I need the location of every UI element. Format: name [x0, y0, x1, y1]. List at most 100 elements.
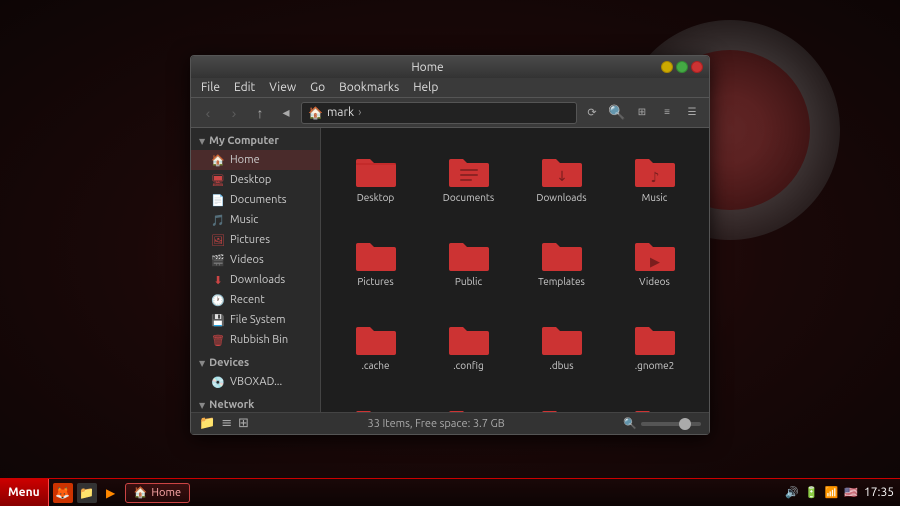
sidebar-item-documents-label: Documents	[230, 194, 287, 206]
chevron-down-icon-network: ▼	[199, 401, 205, 410]
sidebar-item-rubbish[interactable]: 🗑 Rubbish Bin	[191, 330, 320, 350]
sidebar-item-home[interactable]: 🏠 Home	[191, 150, 320, 170]
menu-edit[interactable]: Edit	[228, 79, 261, 97]
rubbish-icon: 🗑	[211, 334, 225, 347]
menu-go[interactable]: Go	[304, 79, 331, 97]
documents-icon: 📄	[211, 194, 225, 207]
sidebar-item-vbox[interactable]: 💿 VBOXAD...	[191, 372, 320, 392]
grid-view-small-button[interactable]: ⊞	[238, 416, 249, 431]
sidebar-item-downloads[interactable]: ⬇ Downloads	[191, 270, 320, 290]
file-item-dbus[interactable]: .dbus	[517, 306, 606, 386]
maximize-button[interactable]	[676, 61, 688, 73]
sidebar-item-filesystem[interactable]: 💾 File System	[191, 310, 320, 330]
taskbar-icon-firefox[interactable]: 🦊	[53, 483, 73, 503]
search-button[interactable]: 🔍	[606, 102, 628, 124]
list-view-button[interactable]: ≡	[656, 102, 678, 124]
taskbar-icon-files[interactable]: 📁	[77, 483, 97, 503]
sidebar-heading-network[interactable]: ▼ Network	[191, 396, 320, 412]
file-item-templates[interactable]: Templates	[517, 222, 606, 302]
taskbar-battery-icon: 🔋	[805, 486, 819, 499]
location-bar[interactable]: 🏠 mark ›	[301, 102, 577, 124]
location-path: mark	[327, 106, 354, 119]
downloads-icon: ⬇	[211, 274, 225, 287]
file-item-downloads[interactable]: ↓ Downloads	[517, 138, 606, 218]
start-menu-button[interactable]: Menu	[0, 479, 49, 506]
reload-button[interactable]: ⟳	[581, 102, 603, 124]
history-button[interactable]: ◂	[275, 102, 297, 124]
file-item-config[interactable]: .config	[424, 306, 513, 386]
file-item-public[interactable]: Public	[424, 222, 513, 302]
file-item-documents[interactable]: Documents	[424, 138, 513, 218]
taskbar-clock: 17:35	[864, 486, 894, 499]
file-item-icons[interactable]: .icons	[424, 390, 513, 412]
file-label: Downloads	[536, 192, 586, 204]
chevron-down-icon: ▼	[199, 137, 205, 146]
minimize-button[interactable]	[661, 61, 673, 73]
sidebar-item-documents[interactable]: 📄 Documents	[191, 190, 320, 210]
zoom-thumb	[679, 418, 691, 430]
file-item-mozilla[interactable]: .mozilla	[610, 390, 699, 412]
taskbar-icon-vlc[interactable]: ▶	[101, 483, 121, 503]
menu-file[interactable]: File	[195, 79, 226, 97]
taskbar-network-icon: 🔊	[785, 486, 799, 499]
sidebar-item-rubbish-label: Rubbish Bin	[230, 334, 288, 346]
sidebar-item-pictures[interactable]: 🖼 Pictures	[191, 230, 320, 250]
desktop-icon: 🖥	[211, 174, 225, 187]
menu-extra-button[interactable]: ☰	[681, 102, 703, 124]
zoom-slider[interactable]	[641, 422, 701, 426]
list-view-small-button[interactable]: ≡	[221, 416, 232, 431]
menu-help[interactable]: Help	[407, 79, 444, 97]
taskbar-items: 🦊 📁 ▶ 🏠 Home	[49, 483, 780, 503]
folder-icon-videos: ▶	[633, 237, 677, 273]
videos-icon: 🎬	[211, 254, 225, 267]
taskbar-wifi-icon: 📶	[825, 486, 839, 499]
file-item-videos[interactable]: ▶ Videos	[610, 222, 699, 302]
sidebar-item-music-label: Music	[230, 214, 258, 226]
file-label: .config	[453, 360, 484, 372]
file-item-gnome2[interactable]: .gnome2	[610, 306, 699, 386]
folder-icon-templates	[540, 237, 584, 273]
file-manager-window: Home File Edit View Go Bookmarks Help ‹ …	[190, 55, 710, 435]
toolbar: ‹ › ↑ ◂ 🏠 mark › ⟳ 🔍 ⊞ ≡ ☰	[191, 98, 709, 128]
svg-text:↓: ↓	[556, 168, 568, 184]
grid-view-button[interactable]: ⊞	[631, 102, 653, 124]
file-item-pictures[interactable]: Pictures	[331, 222, 420, 302]
filesystem-icon: 💾	[211, 314, 225, 327]
file-item-local[interactable]: .local	[517, 390, 606, 412]
pictures-icon: 🖼	[211, 234, 225, 247]
folder-icon-gvfs: ×	[354, 405, 398, 413]
sidebar-heading-mycomputer[interactable]: ▼ My Computer	[191, 132, 320, 150]
sidebar-item-recent[interactable]: 🕐 Recent	[191, 290, 320, 310]
close-button[interactable]	[691, 61, 703, 73]
menu-view[interactable]: View	[263, 79, 302, 97]
sidebar-item-music[interactable]: 🎵 Music	[191, 210, 320, 230]
zoom-icon: 🔍	[623, 417, 637, 430]
location-arrow: ›	[358, 106, 361, 119]
window-title: Home	[197, 61, 658, 74]
sidebar-item-videos[interactable]: 🎬 Videos	[191, 250, 320, 270]
forward-button[interactable]: ›	[223, 102, 245, 124]
file-item-desktop[interactable]: Desktop	[331, 138, 420, 218]
new-folder-button[interactable]: 📁	[199, 416, 215, 431]
file-label: Videos	[639, 276, 670, 288]
folder-icon-documents	[447, 153, 491, 189]
file-item-music[interactable]: ♪ Music	[610, 138, 699, 218]
file-item-gvfs[interactable]: × .gvfs	[331, 390, 420, 412]
file-label: .gnome2	[635, 360, 675, 372]
file-item-cache[interactable]: .cache	[331, 306, 420, 386]
status-icons-left: 📁 ≡ ⊞	[199, 416, 249, 431]
up-button[interactable]: ↑	[249, 102, 271, 124]
file-label: Templates	[538, 276, 585, 288]
sidebar-heading-devices[interactable]: ▼ Devices	[191, 354, 320, 372]
menu-bar: File Edit View Go Bookmarks Help	[191, 78, 709, 98]
title-bar: Home	[191, 56, 709, 78]
sidebar-item-recent-label: Recent	[230, 294, 265, 306]
folder-icon-pictures	[354, 237, 398, 273]
taskbar-right: 🔊 🔋 📶 🇺🇸 17:35	[779, 486, 900, 499]
menu-bookmarks[interactable]: Bookmarks	[333, 79, 405, 97]
taskbar-window-home[interactable]: 🏠 Home	[125, 483, 190, 503]
sidebar-item-desktop[interactable]: 🖥 Desktop	[191, 170, 320, 190]
status-text: 33 Items, Free space: 3.7 GB	[368, 418, 505, 430]
back-button[interactable]: ‹	[197, 102, 219, 124]
desktop: Home File Edit View Go Bookmarks Help ‹ …	[0, 0, 900, 506]
